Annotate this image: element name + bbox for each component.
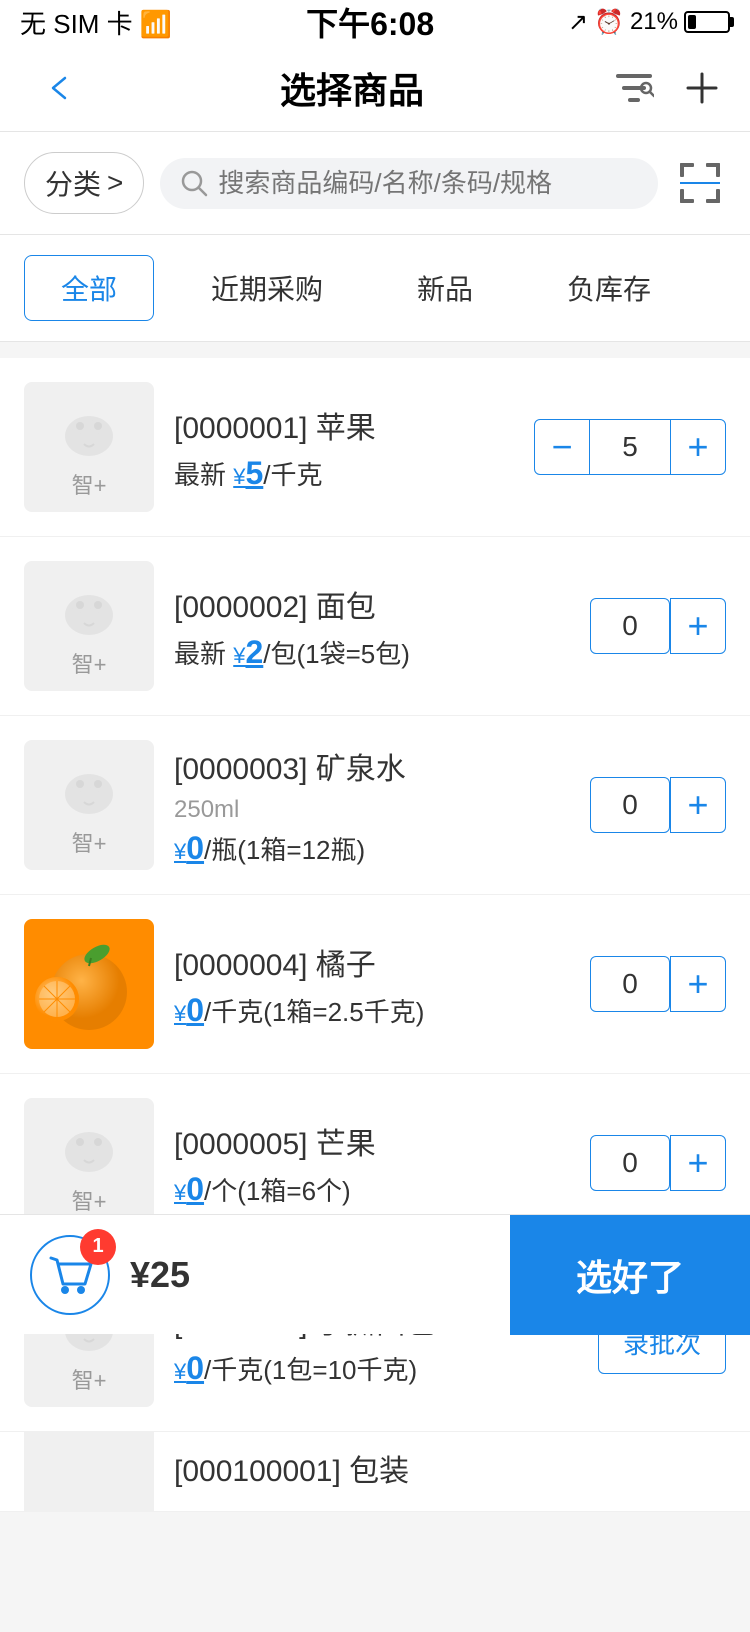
product-price: ¥0/瓶(1箱=12瓶) [174, 830, 590, 867]
category-chevron: > [107, 167, 123, 199]
location-icon: ↗ [568, 8, 588, 37]
product-list: 智+ [0000001] 苹果 最新 ¥5/千克 − + [0, 358, 750, 1512]
placeholder-text: 智+ [72, 468, 107, 500]
page-title: 选择商品 [280, 62, 424, 114]
product-image-0000004 [24, 919, 154, 1049]
increase-button[interactable]: + [670, 598, 726, 654]
product-image-0000001: 智+ [24, 382, 154, 512]
product-name: [0000004] 橘子 [174, 940, 590, 984]
filter-button[interactable] [614, 70, 654, 106]
list-item: 智+ [0000001] 苹果 最新 ¥5/千克 − + [0, 358, 750, 537]
product-image-0000002: 智+ [24, 561, 154, 691]
list-item: [000100001] 包装 [0, 1432, 750, 1512]
increase-button[interactable]: + [670, 777, 726, 833]
status-carrier: 无 SIM 卡 📶 [20, 4, 172, 41]
product-controls-0000005: + [590, 1135, 726, 1191]
product-price: ¥0/个(1箱=6个) [174, 1171, 590, 1208]
cart-total: ¥25 [130, 1254, 190, 1296]
filter-bar: 分类 > [0, 132, 750, 235]
category-button[interactable]: 分类 > [24, 152, 144, 214]
quantity-input[interactable] [590, 777, 670, 833]
product-controls-0000002: + [590, 598, 726, 654]
product-name: [000100001] 包装 [174, 1446, 726, 1490]
product-controls-0000003: + [590, 777, 726, 833]
search-icon [180, 169, 208, 197]
product-info-0000001: [0000001] 苹果 最新 ¥5/千克 [174, 403, 534, 492]
increase-button[interactable]: + [670, 1135, 726, 1191]
product-image-0000005: 智+ [24, 1098, 154, 1228]
battery-percent: 21% [630, 8, 678, 36]
tab-new[interactable]: 新品 [380, 255, 510, 321]
product-info-0000005: [0000005] 芒果 ¥0/个(1箱=6个) [174, 1119, 590, 1208]
alarm-icon: ⏰ [594, 8, 624, 37]
status-time: 下午6:08 [306, 0, 434, 45]
list-item: 智+ [0000003] 矿泉水 250ml ¥0/瓶(1箱=12瓶) + [0, 716, 750, 895]
nav-actions [614, 70, 720, 106]
increase-button[interactable]: + [670, 419, 726, 475]
product-price: ¥0/千克(1箱=2.5千克) [174, 992, 590, 1029]
product-placeholder: 智+ [54, 573, 124, 679]
status-right: ↗ ⏰ 21% [568, 8, 730, 37]
tab-all[interactable]: 全部 [24, 255, 154, 321]
cart-button[interactable]: 1 [30, 1235, 110, 1315]
back-button[interactable] [30, 58, 90, 118]
product-price: 最新 ¥5/千克 [174, 455, 534, 492]
nav-bar: 选择商品 [0, 44, 750, 132]
scan-button[interactable] [674, 157, 726, 209]
confirm-button[interactable]: 选好了 [510, 1215, 750, 1335]
status-bar: 无 SIM 卡 📶 下午6:08 ↗ ⏰ 21% [0, 0, 750, 44]
add-button[interactable] [684, 70, 720, 106]
product-placeholder: 智+ [54, 752, 124, 858]
cart-area: 1 ¥25 [0, 1235, 510, 1315]
decrease-button[interactable]: − [534, 419, 590, 475]
product-name: [0000001] 苹果 [174, 403, 534, 447]
product-image-partial [24, 1432, 154, 1512]
product-placeholder: 智+ [54, 394, 124, 500]
battery-icon [684, 11, 730, 33]
product-name: [0000005] 芒果 [174, 1119, 590, 1163]
quantity-input[interactable] [590, 598, 670, 654]
list-item: 智+ [0000002] 面包 最新 ¥2/包(1袋=5包) + [0, 537, 750, 716]
list-item: [0000004] 橘子 ¥0/千克(1箱=2.5千克) + [0, 895, 750, 1074]
product-price: ¥0/千克(1包=10千克) [174, 1350, 598, 1387]
product-image-0000003: 智+ [24, 740, 154, 870]
category-label: 分类 [45, 163, 101, 203]
bottom-bar: 1 ¥25 选好了 [0, 1214, 750, 1334]
quantity-input[interactable] [590, 956, 670, 1012]
tab-recent[interactable]: 近期采购 [174, 255, 360, 321]
increase-button[interactable]: + [670, 956, 726, 1012]
section-divider [0, 342, 750, 358]
tab-negative[interactable]: 负库存 [530, 255, 688, 321]
product-spec: 250ml [174, 796, 590, 824]
product-placeholder: 智+ [54, 1110, 124, 1216]
product-info-0000002: [0000002] 面包 最新 ¥2/包(1袋=5包) [174, 582, 590, 671]
product-info-partial: [000100001] 包装 [174, 1446, 726, 1498]
product-name: [0000002] 面包 [174, 582, 590, 626]
search-box [160, 158, 658, 209]
cart-badge: 1 [80, 1229, 116, 1265]
quantity-input[interactable] [590, 419, 670, 475]
product-info-0000003: [0000003] 矿泉水 250ml ¥0/瓶(1箱=12瓶) [174, 744, 590, 867]
product-name: [0000003] 矿泉水 [174, 744, 590, 788]
quantity-input[interactable] [590, 1135, 670, 1191]
product-price: 最新 ¥2/包(1袋=5包) [174, 634, 590, 671]
search-input[interactable] [218, 168, 638, 199]
product-info-0000004: [0000004] 橘子 ¥0/千克(1箱=2.5千克) [174, 940, 590, 1029]
product-controls-0000004: + [590, 956, 726, 1012]
product-controls-0000001: − + [534, 419, 726, 475]
tab-bar: 全部 近期采购 新品 负库存 [0, 235, 750, 342]
